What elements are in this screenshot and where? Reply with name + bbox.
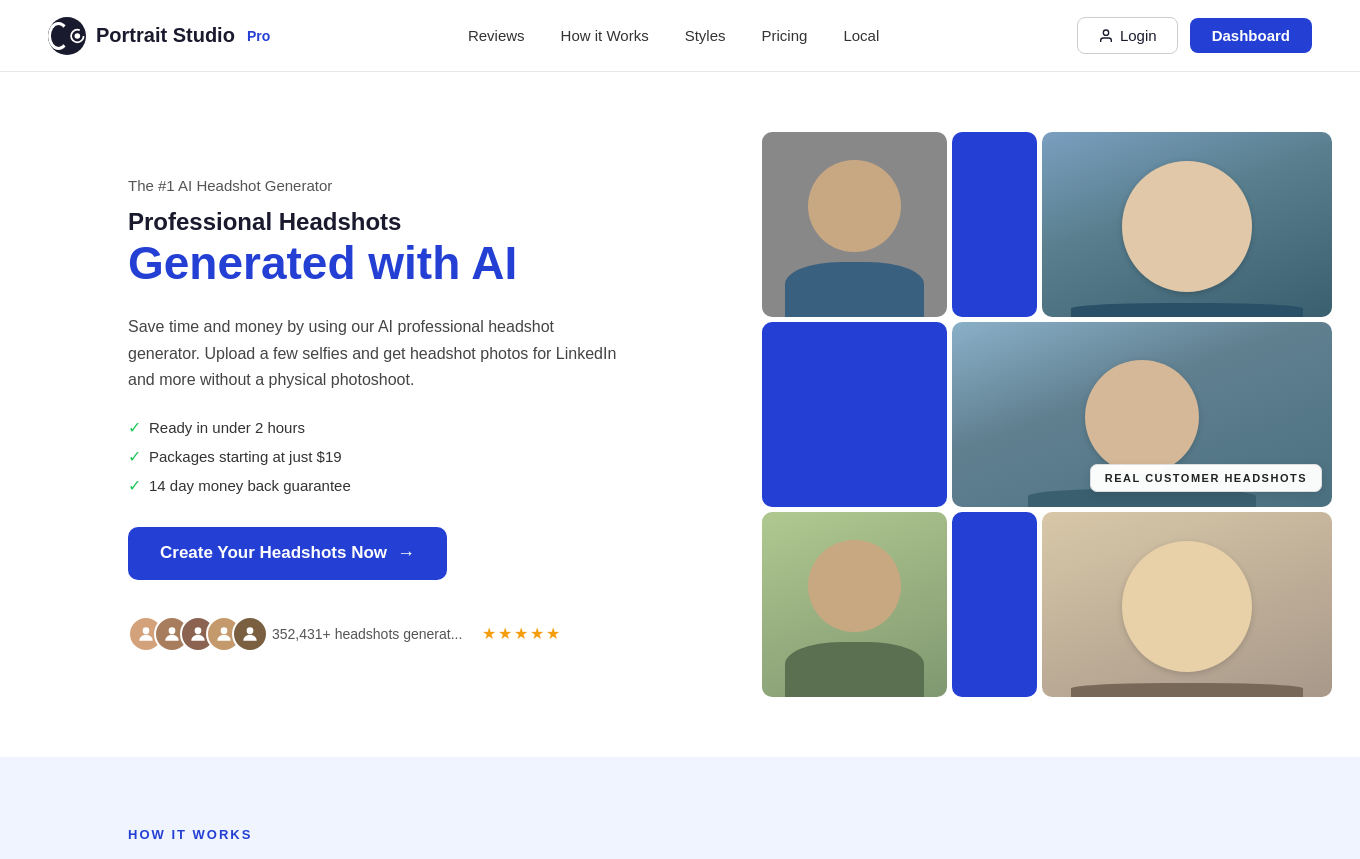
how-it-works-section: HOW IT WORKS Fastest, easiest profession… [0, 757, 1360, 859]
hero-checklist: ✓ Ready in under 2 hours ✓ Packages star… [128, 418, 628, 495]
logo-icon [69, 24, 86, 48]
real-customer-badge: REAL CUSTOMER HEADSHOTS [1090, 464, 1322, 492]
avatar-5 [232, 616, 268, 652]
nav-link-reviews[interactable]: Reviews [468, 27, 525, 44]
svg-point-3 [143, 627, 150, 634]
user-icon [1098, 28, 1114, 44]
login-button[interactable]: Login [1077, 17, 1178, 54]
navbar: Portrait Studio Pro Reviews How it Works… [0, 0, 1360, 72]
svg-point-7 [247, 627, 254, 634]
hero-section: The #1 AI Headshot Generator Professiona… [0, 72, 1360, 757]
blue-block-3 [952, 512, 1037, 697]
check-icon-1: ✓ [128, 418, 141, 437]
check-item-3: ✓ 14 day money back guarantee [128, 476, 628, 495]
star-rating: ★★★★★ [482, 624, 562, 643]
headshot-photo-2 [1042, 132, 1332, 317]
brand-link[interactable]: Portrait Studio Pro [48, 17, 270, 55]
svg-point-5 [195, 627, 202, 634]
nav-link-how-it-works[interactable]: How it Works [561, 27, 649, 44]
blue-block-1 [952, 132, 1037, 317]
headshot-photo-1 [762, 132, 947, 317]
svg-point-6 [221, 627, 228, 634]
avatar-stack [128, 616, 258, 652]
blue-block-2 [762, 322, 947, 507]
hero-title-blue: Generated with AI [128, 236, 628, 290]
check-item-2: ✓ Packages starting at just $19 [128, 447, 628, 466]
svg-point-2 [1103, 30, 1108, 35]
hero-description: Save time and money by using our AI prof… [128, 314, 628, 393]
hero-title: Professional Headshots Generated with AI [128, 208, 628, 290]
svg-point-4 [169, 627, 176, 634]
check-icon-2: ✓ [128, 447, 141, 466]
brand-name: Portrait Studio [96, 24, 235, 47]
nav-link-styles[interactable]: Styles [685, 27, 726, 44]
check-item-1: ✓ Ready in under 2 hours [128, 418, 628, 437]
svg-point-1 [75, 33, 81, 39]
brand-pro-badge: Pro [247, 28, 270, 44]
brand-logo [48, 17, 86, 55]
social-proof: 352,431+ headshots generat... ★★★★★ [128, 616, 628, 652]
check-icon-3: ✓ [128, 476, 141, 495]
nav-links: Reviews How it Works Styles Pricing Loca… [468, 27, 879, 44]
headshot-photo-5 [1042, 512, 1332, 697]
dashboard-button[interactable]: Dashboard [1190, 18, 1312, 53]
social-proof-text: 352,431+ headshots generat... [272, 626, 462, 642]
nav-actions: Login Dashboard [1077, 17, 1312, 54]
section-tag: HOW IT WORKS [128, 827, 1232, 842]
cta-button[interactable]: Create Your Headshots Now → [128, 527, 447, 580]
hero-image-grid: REAL CUSTOMER HEADSHOTS [752, 132, 1312, 697]
arrow-icon: → [397, 543, 415, 564]
hero-subtitle: The #1 AI Headshot Generator [128, 177, 628, 194]
headshot-photo-4 [762, 512, 947, 697]
nav-link-local[interactable]: Local [843, 27, 879, 44]
hero-content: The #1 AI Headshot Generator Professiona… [128, 177, 628, 651]
nav-link-pricing[interactable]: Pricing [762, 27, 808, 44]
